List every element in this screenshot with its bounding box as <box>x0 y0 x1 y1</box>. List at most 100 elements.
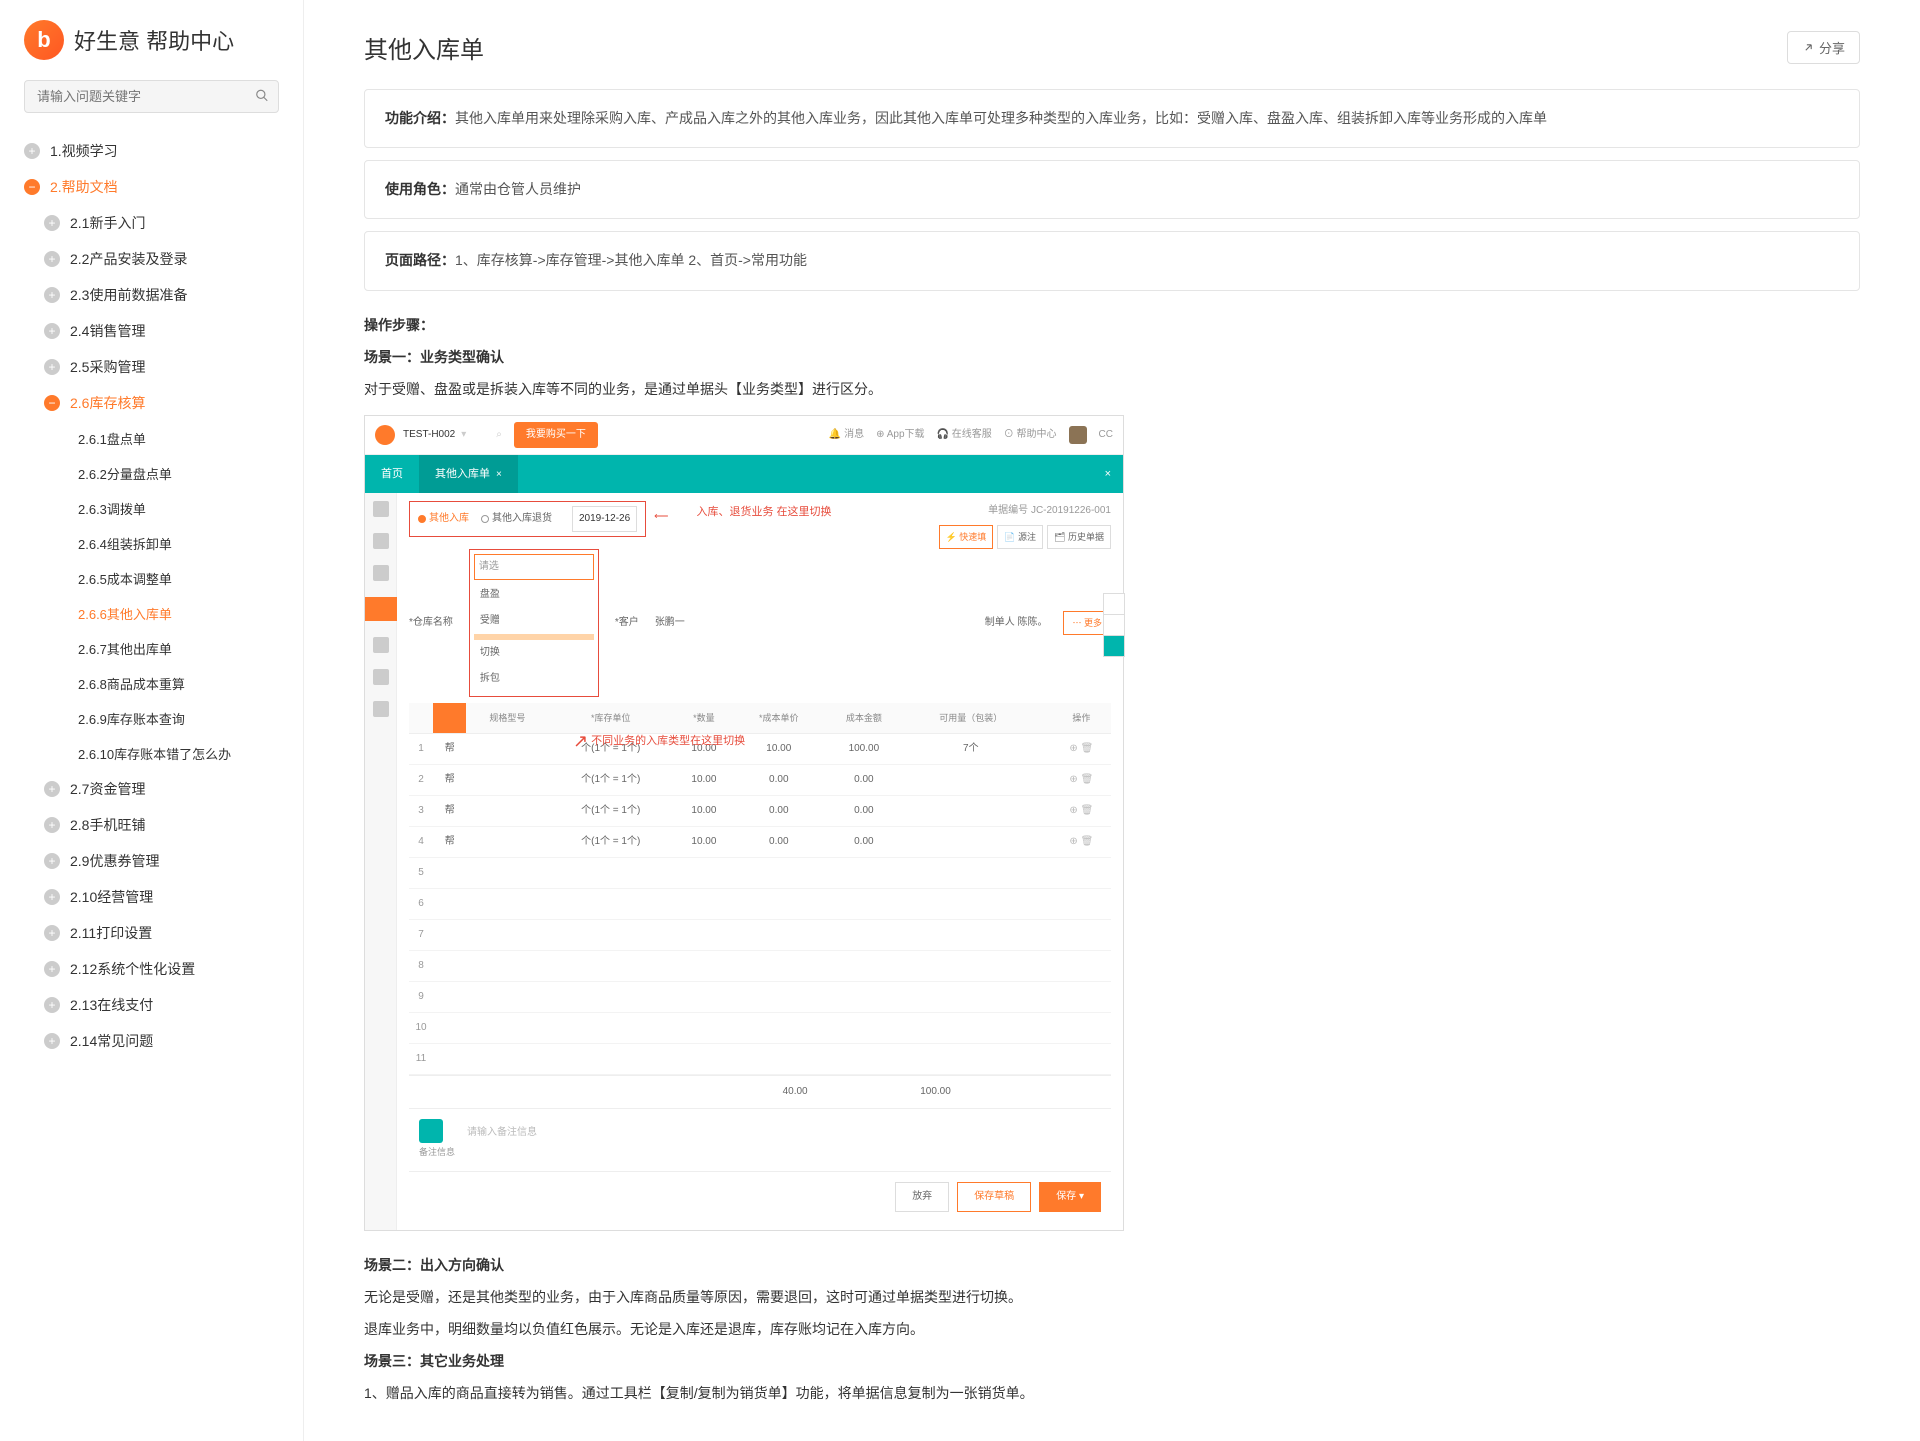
path-box: 页面路径：1、库存核算->库存管理->其他入库单 2、首页->常用功能 <box>364 231 1860 290</box>
brand-title: 好生意 帮助中心 <box>74 24 234 56</box>
nav-2-8[interactable]: +2.8手机旺铺 <box>0 807 303 843</box>
table-row: 8 <box>409 950 1111 981</box>
table-row: 2帮个(1个 = 1个)10.000.000.00⊕ 🗑 <box>409 764 1111 795</box>
ss-maker-value: 陈陈。 <box>1017 617 1047 628</box>
nav-2-9[interactable]: +2.9优惠券管理 <box>0 843 303 879</box>
nav-2-11[interactable]: +2.11打印设置 <box>0 915 303 951</box>
close-icon: × <box>1093 455 1123 493</box>
nav-2-6[interactable]: −2.6库存核算 <box>0 385 303 421</box>
title-row: 其他入库单 分享 <box>364 30 1860 65</box>
table-row: 4帮个(1个 = 1个)10.000.000.00⊕ 🗑 <box>409 826 1111 857</box>
ss-note-input: 请输入备注信息 <box>463 1119 1101 1147</box>
ss-topbar: TEST-H002 ▾ ⌕ 我要购买一下 🔔 消息 ⊕ App下载 🎧 在线客服… <box>365 416 1123 455</box>
ss-sum-qty: 40.00 <box>760 1082 830 1102</box>
nav-2-6-5[interactable]: 2.6.5成本调整单 <box>0 561 303 596</box>
nav-2-6-9[interactable]: 2.6.9库存账本查询 <box>0 701 303 736</box>
ss-side-icon <box>373 501 389 517</box>
ss-env-label: TEST-H002 <box>403 425 455 445</box>
search-icon: ⌕ <box>496 425 502 445</box>
scene1-desc: 对于受赠、盘盈或是拆装入库等不同的业务，是通过单据头【业务类型】进行区分。 <box>364 375 1860 403</box>
plus-icon: + <box>44 287 60 303</box>
nav-2-6-10[interactable]: 2.6.10库存账本错了怎么办 <box>0 736 303 771</box>
ss-docno-label: 单据编号 <box>988 505 1028 516</box>
nav-2-2[interactable]: +2.2产品安装及登录 <box>0 241 303 277</box>
table-row: 3帮个(1个 = 1个)10.000.000.00⊕ 🗑 <box>409 795 1111 826</box>
nav-2-14[interactable]: +2.14常见问题 <box>0 1023 303 1059</box>
nav-2-7[interactable]: +2.7资金管理 <box>0 771 303 807</box>
nav-2-6-2[interactable]: 2.6.2分量盘点单 <box>0 456 303 491</box>
ss-save-button: 保存 ▾ <box>1039 1182 1101 1212</box>
nav-2-6-7[interactable]: 2.6.7其他出库单 <box>0 631 303 666</box>
nav-video[interactable]: +1.视频学习 <box>0 133 303 169</box>
intro-label: 功能介绍： <box>385 110 455 126</box>
ss-wh-label: *仓库名称 <box>409 613 453 633</box>
nav-2-6-8[interactable]: 2.6.8商品成本重算 <box>0 666 303 701</box>
ss-date-field: 2019-12-26 <box>572 506 637 532</box>
note-icon <box>419 1119 443 1143</box>
plus-icon: + <box>44 889 60 905</box>
share-button[interactable]: 分享 <box>1787 31 1860 64</box>
ss-radio-return: 其他入库退货 <box>481 509 552 529</box>
table-row: 10 <box>409 1012 1111 1043</box>
nav-2-5[interactable]: +2.5采购管理 <box>0 349 303 385</box>
path-label: 页面路径： <box>385 252 455 268</box>
plus-icon: + <box>44 323 60 339</box>
ss-sidebar <box>365 493 397 1230</box>
minus-icon: − <box>44 395 60 411</box>
ss-annotation-2: ↗ 不同业务的入库类型在这里切换 <box>573 723 745 759</box>
nav-2-6-6[interactable]: 2.6.6其他入库单 <box>0 596 303 631</box>
screenshot-illustration: TEST-H002 ▾ ⌕ 我要购买一下 🔔 消息 ⊕ App下载 🎧 在线客服… <box>364 415 1124 1231</box>
table-row: 7 <box>409 919 1111 950</box>
search-icon[interactable] <box>255 88 269 105</box>
ss-annotation-1: 入库、退货业务 在这里切换 <box>697 501 832 523</box>
ss-type-selector: 其他入库 其他入库退货 2019-12-26 <box>409 501 646 537</box>
scene1-title: 场景一：业务类型确认 <box>364 349 504 365</box>
nav-2-10[interactable]: +2.10经营管理 <box>0 879 303 915</box>
nav-2-13[interactable]: +2.13在线支付 <box>0 987 303 1023</box>
nav-2-6-3[interactable]: 2.6.3调拨单 <box>0 491 303 526</box>
nav-2-6-1[interactable]: 2.6.1盘点单 <box>0 421 303 456</box>
ss-table-footer: 40.00 100.00 <box>409 1075 1111 1108</box>
avatar-icon <box>1069 426 1087 444</box>
table-row: 5 <box>409 857 1111 888</box>
path-text: 1、库存核算->库存管理->其他入库单 2、首页->常用功能 <box>455 252 807 268</box>
ss-buy-button: 我要购买一下 <box>514 422 598 448</box>
table-row: 6 <box>409 888 1111 919</box>
plus-icon: + <box>44 781 60 797</box>
ss-docno: JC-20191226-001 <box>1031 505 1111 516</box>
close-icon: × <box>496 469 502 480</box>
nav-2-4[interactable]: +2.4销售管理 <box>0 313 303 349</box>
ss-tab-current: 其他入库单× <box>419 455 518 493</box>
intro-box: 功能介绍：其他入库单用来处理除采购入库、产成品入库之外的其他入库业务，因此其他入… <box>364 89 1860 148</box>
search-input[interactable] <box>24 80 279 113</box>
search-box <box>24 80 279 113</box>
ss-biz-type-dropdown: 请选 盘盈 受赠 切换 拆包 <box>469 549 599 697</box>
scene3-title: 场景三：其它业务处理 <box>364 1353 504 1369</box>
ss-tabs: 首页 其他入库单× × <box>365 455 1123 493</box>
tool-icon <box>1103 593 1125 615</box>
plus-icon: + <box>44 215 60 231</box>
plus-icon: + <box>44 925 60 941</box>
nav-help[interactable]: −2.帮助文档 <box>0 169 303 205</box>
ss-side-icon <box>373 637 389 653</box>
ss-meta-buttons: ⚡ 快速填 📄 源注 🗂 历史单据 <box>939 525 1111 549</box>
content-area: 操作步骤： 场景一：业务类型确认 对于受赠、盘盈或是拆装入库等不同的业务，是通过… <box>364 311 1860 1407</box>
scene2-desc2: 退库业务中，明细数量均以负值红色展示。无论是入库还是退库，库存账均记在入库方向。 <box>364 1315 1860 1343</box>
main-content: 其他入库单 分享 功能介绍：其他入库单用来处理除采购入库、产成品入库之外的其他入… <box>304 0 1920 1441</box>
scene2-title: 场景二：出入方向确认 <box>364 1257 504 1273</box>
table-row: 1帮个(1个 = 1个)10.0010.00100.007个⊕ 🗑 <box>409 733 1111 764</box>
ss-logo-icon <box>375 425 395 445</box>
ss-dropdown-list: 盘盈 受赠 切换 拆包 <box>474 582 594 692</box>
plus-icon: + <box>44 853 60 869</box>
ss-note-area: 备注信息 请输入备注信息 <box>409 1108 1111 1171</box>
ss-side-icon <box>373 701 389 717</box>
nav-2-12[interactable]: +2.12系统个性化设置 <box>0 951 303 987</box>
nav-2-3[interactable]: +2.3使用前数据准备 <box>0 277 303 313</box>
ss-side-icon <box>373 669 389 685</box>
nav-2-1[interactable]: +2.1新手入门 <box>0 205 303 241</box>
role-text: 通常由仓管人员维护 <box>455 181 581 197</box>
role-label: 使用角色： <box>385 181 455 197</box>
ss-note-label: 备注信息 <box>419 1143 455 1161</box>
nav-2-6-4[interactable]: 2.6.4组装拆卸单 <box>0 526 303 561</box>
logo-icon: b <box>24 20 64 60</box>
